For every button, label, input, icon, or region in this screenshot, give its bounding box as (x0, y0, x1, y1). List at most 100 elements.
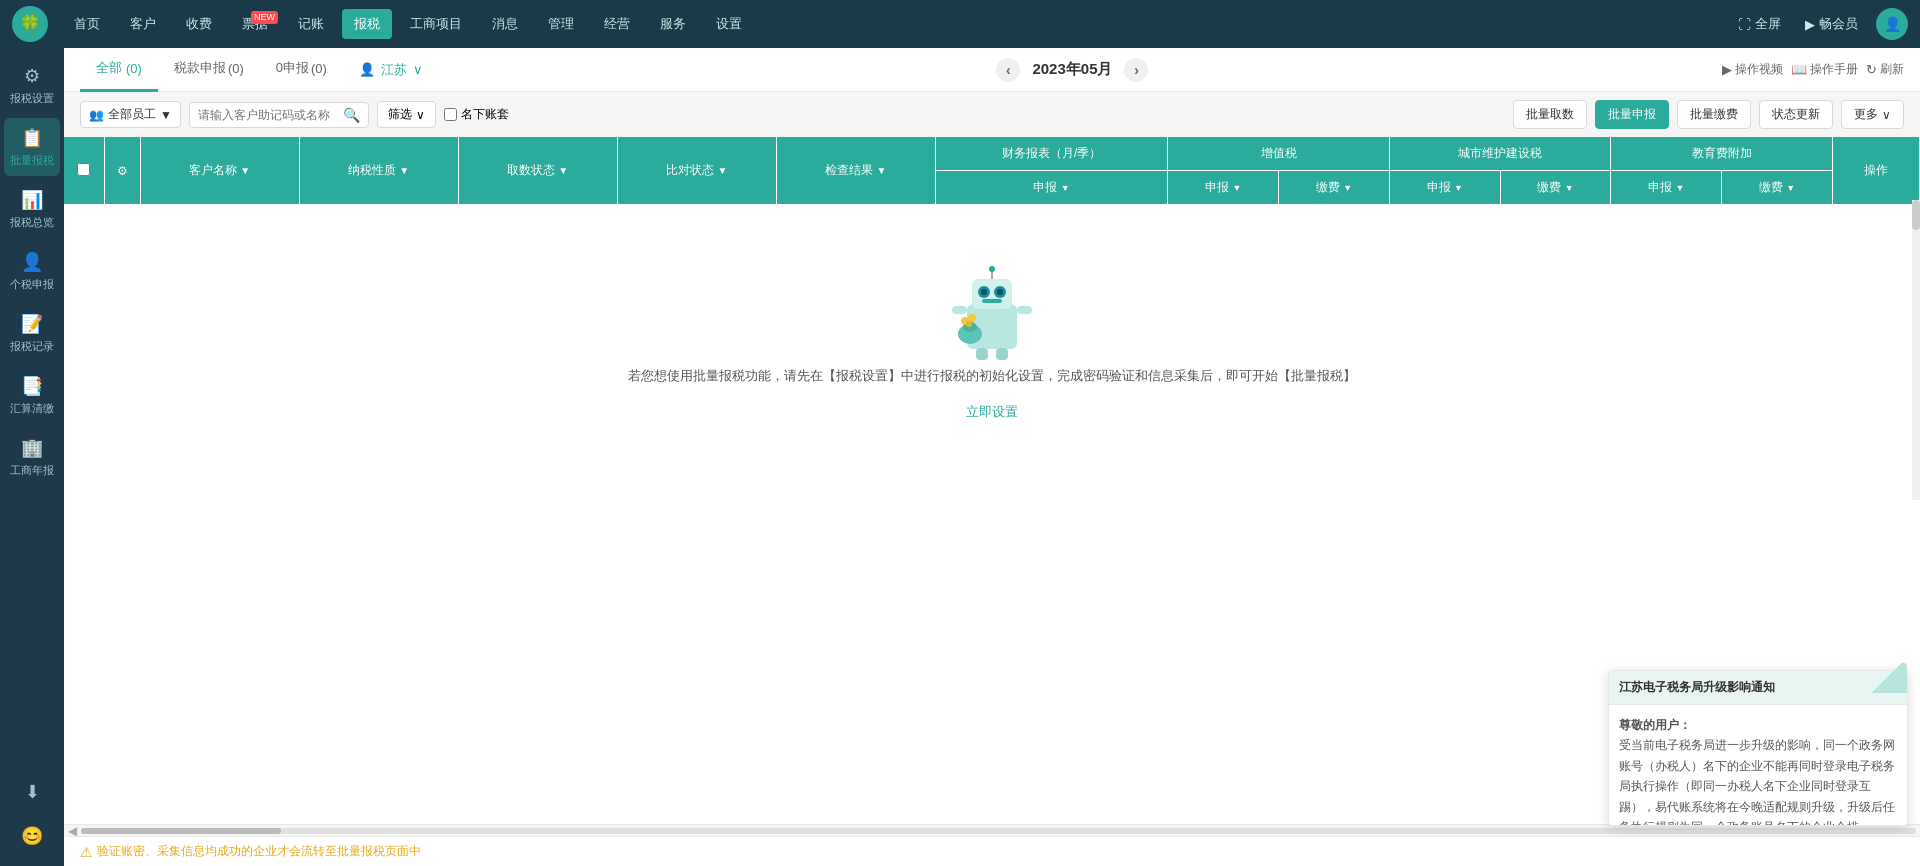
fullscreen-icon: ⛶ (1738, 17, 1751, 32)
svg-point-15 (966, 321, 972, 327)
sidebar-item-huisuanqingsi[interactable]: 📑 汇算清缴 (4, 366, 60, 424)
table-header-comparestatus: 比对状态 ▼ (617, 137, 776, 204)
select-all-checkbox[interactable] (77, 163, 90, 176)
user-avatar[interactable]: 👤 (1876, 8, 1908, 40)
nav-item-guanli[interactable]: 管理 (536, 9, 586, 39)
bottom-bar: ⚠ 验证账密、采集信息均成功的企业才会流转至批量报税页面中 (64, 836, 1920, 866)
setup-link[interactable]: 立即设置 (966, 403, 1018, 421)
sidebar-item-baoshuishezhi[interactable]: ⚙ 报税设置 (4, 56, 60, 114)
fullscreen-button[interactable]: ⛶ 全屏 (1732, 11, 1787, 37)
filter-button[interactable]: 筛选 ∨ (377, 101, 436, 128)
search-input-wrap[interactable]: 🔍 (189, 102, 369, 128)
toolbar-right-actions: ▶ 操作视频 📖 操作手册 ↻ 刷新 (1722, 61, 1904, 78)
sidebar-item-geshuishenb[interactable]: 👤 个税申报 (4, 242, 60, 300)
table-header-checkbox[interactable] (64, 137, 104, 204)
fetchstatus-sort-icon[interactable]: ▼ (558, 165, 568, 176)
tab-all[interactable]: 全部(0) (80, 48, 158, 92)
download-icon[interactable]: ⬇ (14, 774, 50, 810)
vertical-scrollbar[interactable] (1912, 200, 1920, 500)
subaccount-checkbox[interactable] (444, 108, 457, 121)
filter-left: 👥 全部员工 ▼ 🔍 筛选 ∨ 名下账套 (80, 101, 509, 128)
svg-rect-9 (952, 306, 967, 314)
batch-submit-button[interactable]: 批量申报 (1595, 100, 1669, 129)
date-next-button[interactable]: › (1124, 58, 1148, 82)
nav-item-home[interactable]: 首页 (62, 9, 112, 39)
video-tutorial-button[interactable]: ▶ 操作视频 (1722, 61, 1783, 78)
sidebar-item-baoshuilu[interactable]: 📝 报税记录 (4, 304, 60, 362)
nav-item-gongshang[interactable]: 工商项目 (398, 9, 474, 39)
more-arrow-icon: ∨ (1882, 108, 1891, 122)
sidebar-item-piliangshuibao[interactable]: 📋 批量报税 (4, 118, 60, 176)
warning-icon: ⚠ (80, 844, 93, 860)
more-button[interactable]: 更多 ∨ (1841, 100, 1904, 129)
filter-arrow-icon: ∨ (416, 108, 425, 122)
nav-item-shezhi[interactable]: 设置 (704, 9, 754, 39)
vertical-scroll-thumb[interactable] (1912, 200, 1920, 230)
user-icon[interactable]: 😊 (14, 818, 50, 854)
member-button[interactable]: ▶ 畅会员 (1799, 11, 1864, 37)
table-header-gear[interactable]: ⚙ (104, 137, 140, 204)
table-subheader-edu-pay: 缴费 ▼ (1722, 171, 1833, 205)
tab-zero-submit[interactable]: 0申报(0) (260, 48, 343, 92)
table-subheader-city-pay: 缴费 ▼ (1500, 171, 1611, 205)
nav-item-fuwu[interactable]: 服务 (648, 9, 698, 39)
subaccount-checkbox-label[interactable]: 名下账套 (444, 106, 509, 123)
customer-sort-icon[interactable]: ▼ (240, 165, 250, 176)
piaoju-badge: NEW (251, 11, 278, 24)
region-icon: 👤 (359, 62, 375, 77)
refresh-button[interactable]: ↻ 刷新 (1866, 61, 1904, 78)
empty-state-message: 若您想使用批量报税功能，请先在【报税设置】中进行报税的初始化设置，完成密码验证和… (628, 364, 1356, 387)
h-scroll-track (81, 828, 1916, 834)
employee-selector[interactable]: 👥 全部员工 ▼ (80, 101, 181, 128)
svg-rect-8 (982, 299, 1002, 303)
svg-rect-17 (996, 348, 1008, 360)
table-subheader-city-submit: 申报 ▼ (1389, 171, 1500, 205)
nav-item-shoufe[interactable]: 收费 (174, 9, 224, 39)
date-prev-button[interactable]: ‹ (996, 58, 1020, 82)
table-header-fetchstatus: 取数状态 ▼ (458, 137, 617, 204)
nav-item-jiz hang[interactable]: 记账 (286, 9, 336, 39)
table-header-edufee: 教育费附加 (1611, 137, 1832, 171)
svg-point-5 (997, 289, 1003, 295)
table-header-vat: 增值税 (1168, 137, 1389, 171)
batch-tax-icon: 📋 (20, 126, 44, 150)
checkresult-sort-icon[interactable]: ▼ (876, 165, 886, 176)
region-selector[interactable]: 👤 江苏 ∨ (359, 61, 423, 79)
nav-item-piaoju[interactable]: 票据 NEW (230, 9, 280, 39)
empty-state: 若您想使用批量报税功能，请先在【报税设置】中进行报税的初始化设置，完成密码验证和… (64, 204, 1920, 481)
search-input[interactable] (198, 108, 343, 122)
personal-tax-icon: 👤 (20, 250, 44, 274)
manual-button[interactable]: 📖 操作手册 (1791, 61, 1858, 78)
video-icon: ▶ (1722, 62, 1732, 77)
tab-taxsubmit[interactable]: 税款申报(0) (158, 48, 260, 92)
nav-item-baoshui[interactable]: 报税 (342, 9, 392, 39)
notification-body: 尊敬的用户： 受当前电子税务局进一步升级的影响，同一个政务网账号（办税人）名下的… (1609, 705, 1907, 825)
member-icon: ▶ (1805, 17, 1815, 32)
table-header-taxnature: 纳税性质 ▼ (299, 137, 458, 204)
table-subheader-edu-submit: 申报 ▼ (1611, 171, 1722, 205)
search-icon[interactable]: 🔍 (343, 107, 360, 123)
nav-item-xiaoxi[interactable]: 消息 (480, 9, 530, 39)
nav-item-jingying[interactable]: 经营 (592, 9, 642, 39)
notification-panel: 江苏电子税务局升级影响通知 × 尊敬的用户： 受当前电子税务局进一步升级的影响，… (1608, 670, 1908, 826)
tabs-bar: 全部(0) 税款申报(0) 0申报(0) 👤 江苏 ∨ ‹ 2023年05月 ›… (64, 48, 1920, 92)
table-subheader-financial-submit: 申报 ▼ (935, 171, 1168, 205)
employee-icon: 👥 (89, 108, 104, 122)
refresh-icon: ↻ (1866, 62, 1877, 77)
nav-item-customer[interactable]: 客户 (118, 9, 168, 39)
taxnature-sort-icon[interactable]: ▼ (399, 165, 409, 176)
status-update-button[interactable]: 状态更新 (1759, 100, 1833, 129)
main-table: ⚙ 客户名称 ▼ 纳税性质 ▼ 取数状态 ▼ 比对状态 (64, 137, 1920, 481)
batch-fetch-button[interactable]: 批量取数 (1513, 100, 1587, 129)
overview-icon: 📊 (20, 188, 44, 212)
comparestatus-sort-icon[interactable]: ▼ (717, 165, 727, 176)
settings-icon: ⚙ (20, 64, 44, 88)
sidebar-item-baoshuizonglan[interactable]: 📊 报税总览 (4, 180, 60, 238)
table-subheader-vat-pay: 缴费 ▼ (1279, 171, 1390, 205)
h-scroll-thumb[interactable] (81, 828, 281, 834)
sidebar-item-gongshangnianbao[interactable]: 🏢 工商年报 (4, 428, 60, 486)
svg-rect-1 (972, 279, 1012, 309)
svg-rect-16 (976, 348, 988, 360)
svg-rect-10 (1017, 306, 1032, 314)
batch-pay-button[interactable]: 批量缴费 (1677, 100, 1751, 129)
